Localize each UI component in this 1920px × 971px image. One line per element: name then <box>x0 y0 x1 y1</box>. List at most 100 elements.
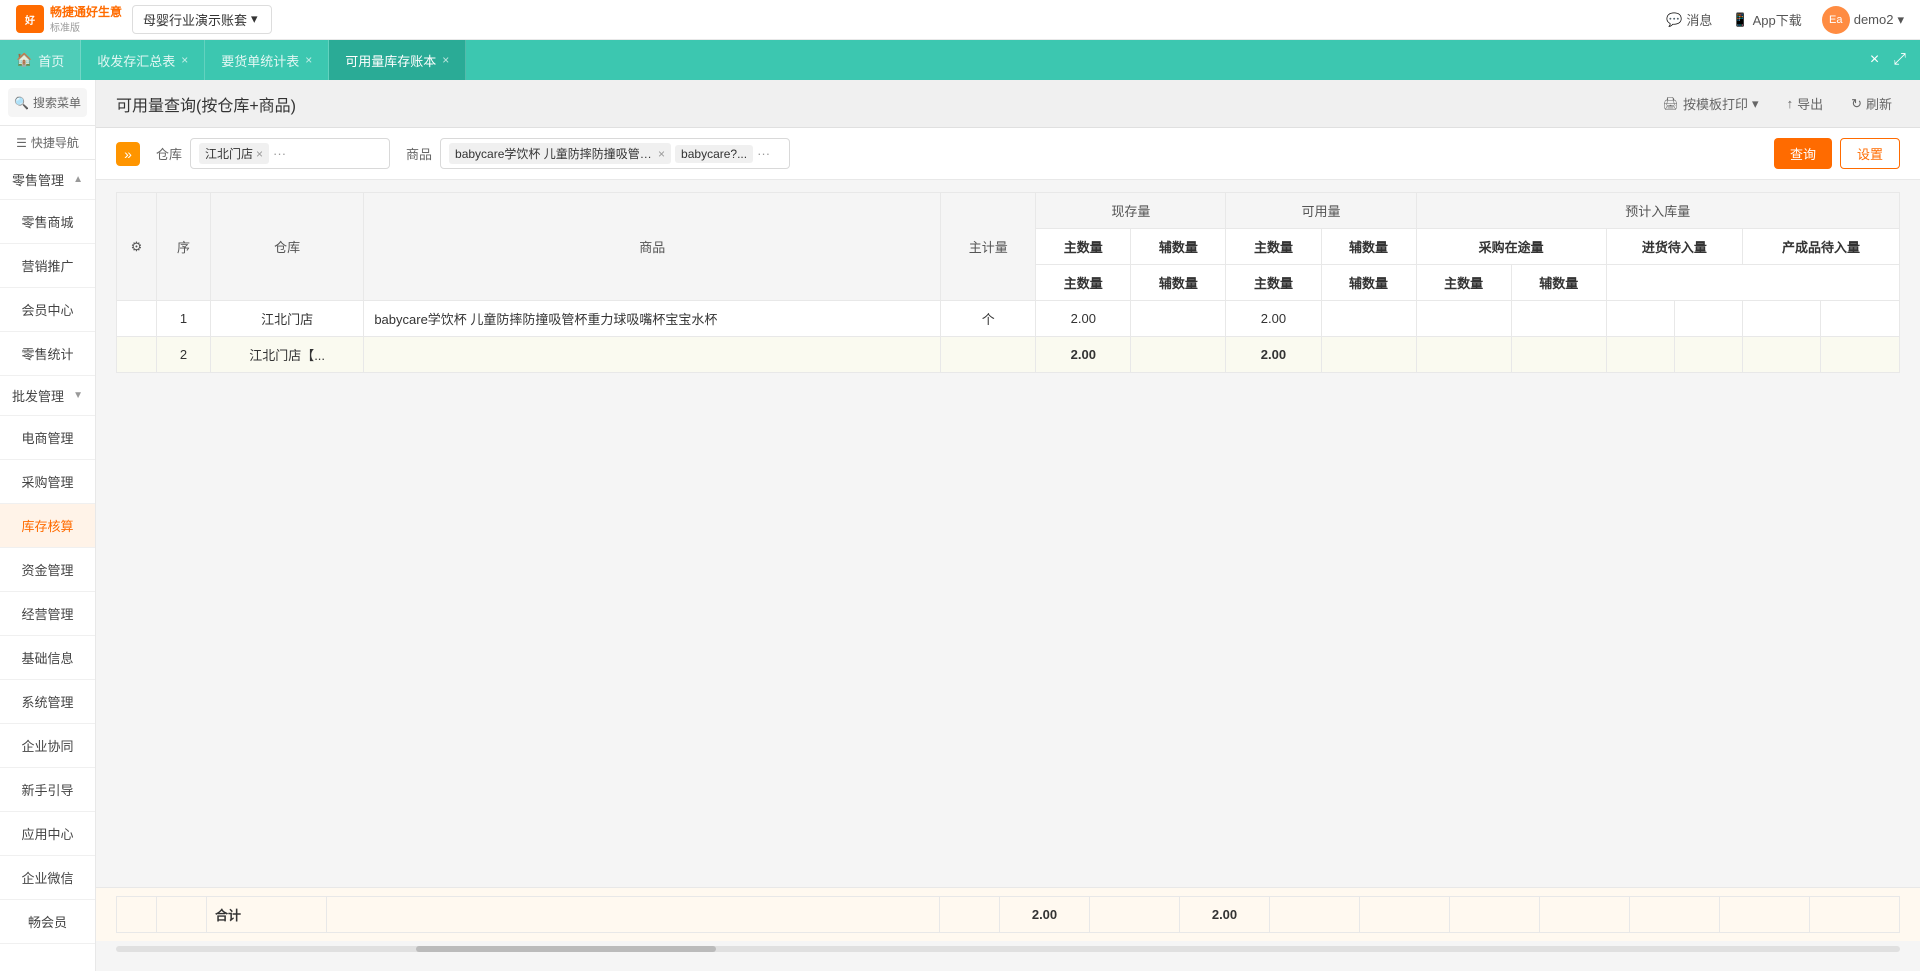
quick-nav-btn[interactable]: ☰ 快捷导航 <box>0 126 95 160</box>
available-header: 可用量 <box>1226 193 1416 229</box>
sidebar-item-retail-mall[interactable]: 零售商城 <box>0 200 95 244</box>
sidebar-item-operation-mgmt[interactable]: 经营管理 <box>0 592 95 636</box>
scrollbar-thumb[interactable] <box>416 946 716 952</box>
sidebar-item-member-center[interactable]: 会员中心 <box>0 288 95 332</box>
maximize-btn[interactable]: ⤢ <box>1887 47 1912 73</box>
nav-tabs: 🏠 首页 收发存汇总表 × 要货单统计表 × 可用量库存账本 × × ⤢ <box>0 40 1920 80</box>
remove-warehouse-tag-btn[interactable]: × <box>256 147 263 161</box>
product-label: 商品 <box>406 144 432 163</box>
sidebar-item-app-center[interactable]: 应用中心 <box>0 812 95 856</box>
industry-label: 母婴行业演示账套 <box>143 10 247 29</box>
sidebar-item-ecommerce-mgmt[interactable]: 电商管理 <box>0 416 95 460</box>
tab-home[interactable]: 🏠 首页 <box>0 40 81 80</box>
subtotal-row: 2 江北门店【... 2.00 2.00 <box>117 337 1900 373</box>
app-download-btn[interactable]: 📱 App下载 <box>1732 10 1801 29</box>
chevron-down-icon: ▾ <box>1752 96 1759 112</box>
tab-receipts[interactable]: 收发存汇总表 × <box>81 40 205 80</box>
sidebar-item-wholesale-mgmt[interactable]: 批发管理 ▼ <box>0 376 95 416</box>
nav-controls: × ⤢ <box>1856 40 1920 80</box>
remove-product-tag-1-btn[interactable]: × <box>658 147 665 161</box>
sidebar-item-enterprise-collab[interactable]: 企业协同 <box>0 724 95 768</box>
row-avail-main: 2.00 <box>1226 301 1321 337</box>
message-btn[interactable]: 💬 消息 <box>1666 10 1712 29</box>
sidebar-item-member-center-label: 会员中心 <box>21 300 73 319</box>
username: demo2 <box>1854 12 1894 27</box>
subtotal-purchase-in-main <box>1416 337 1511 373</box>
product-col-header: 商品 <box>364 193 941 301</box>
stock-header: 现存量 <box>1036 193 1226 229</box>
subtotal-warehouse: 江北门店【... <box>210 337 363 373</box>
export-btn[interactable]: ↑ 导出 <box>1779 90 1832 117</box>
subtotal-settings <box>117 337 157 373</box>
goods-in-main-header: 主数量 <box>1226 265 1321 301</box>
query-btn[interactable]: 查询 <box>1774 138 1832 169</box>
total-avail-main: 2.00 <box>1180 897 1270 933</box>
subtotal-product <box>364 337 941 373</box>
sidebar-item-marketing-label: 营销推广 <box>21 256 73 275</box>
industry-selector[interactable]: 母婴行业演示账套 ▾ <box>132 5 272 34</box>
avatar: Ea <box>1822 6 1850 34</box>
sidebar-item-purchase-mgmt[interactable]: 采购管理 <box>0 460 95 504</box>
settings-col-header[interactable]: ⚙ <box>117 193 157 301</box>
subtotal-avail-main: 2.00 <box>1226 337 1321 373</box>
sidebar-item-finance-mgmt[interactable]: 资金管理 <box>0 548 95 592</box>
sidebar-item-retail-mgmt-label: 零售管理 <box>12 170 64 189</box>
product-tag-1: babycare学饮杯 儿童防摔防撞吸管杯重力球吸嘴杯宝宝水杯 × <box>449 143 671 164</box>
close-all-btn[interactable]: × <box>1864 47 1885 73</box>
warehouse-input[interactable]: 江北门店 × ··· <box>190 138 390 169</box>
product-tag-1-text: babycare学饮杯 儿童防摔防撞吸管杯重力球吸嘴杯宝宝水杯 <box>455 145 655 162</box>
refresh-btn[interactable]: ↻ 刷新 <box>1843 90 1900 117</box>
close-icon[interactable]: × <box>181 53 188 67</box>
subtotal-product-in-main <box>1743 337 1821 373</box>
app-icon: 📱 <box>1732 12 1748 28</box>
sidebar-item-retail-stats[interactable]: 零售统计 <box>0 332 95 376</box>
warehouse-tag-text: 江北门店 <box>205 145 253 162</box>
goods-in-aux-header: 辅数量 <box>1321 265 1416 301</box>
sidebar-item-enterprise-wechat[interactable]: 企业微信 <box>0 856 95 900</box>
row-goods-in-aux <box>1674 301 1742 337</box>
page-title: 可用量查询(按仓库+商品) <box>116 92 296 116</box>
close-icon[interactable]: × <box>305 53 312 67</box>
template-print-btn[interactable]: 🖨 按模板打印 ▾ <box>1655 90 1767 117</box>
sidebar-item-purchase-mgmt-label: 采购管理 <box>21 472 73 491</box>
sidebar-item-retail-mgmt[interactable]: 零售管理 ▲ <box>0 160 95 200</box>
search-menu-btn[interactable]: 🔍 搜索菜单 <box>8 88 87 117</box>
sidebar-item-inventory-check-label: 库存核算 <box>21 516 73 535</box>
tab-order-stats-label: 要货单统计表 <box>221 51 299 70</box>
filter-actions: 查询 设置 <box>1774 138 1900 169</box>
sidebar: 🔍 搜索菜单 ☰ 快捷导航 零售管理 ▲ 零售商城 营销推广 会员中心 零售统计… <box>0 80 96 971</box>
expand-filter-btn[interactable]: » <box>116 142 140 166</box>
tab-available-stock[interactable]: 可用量库存账本 × <box>329 40 466 80</box>
logo-text-block: 畅捷通好生意 标准版 <box>50 5 122 34</box>
total-label: 合计 <box>207 897 327 933</box>
sidebar-item-new-guide-label: 新手引导 <box>21 780 73 799</box>
message-label: 消息 <box>1686 10 1712 29</box>
sidebar-item-member[interactable]: 畅会员 <box>0 900 95 944</box>
close-icon[interactable]: × <box>442 53 449 67</box>
product-in-main-header: 主数量 <box>1416 265 1511 301</box>
tab-available-stock-label: 可用量库存账本 <box>345 51 436 70</box>
quick-nav-label: 快捷导航 <box>31 134 79 151</box>
horizontal-scrollbar[interactable] <box>96 941 1920 957</box>
row-unit: 个 <box>941 301 1036 337</box>
sidebar-item-basic-info[interactable]: 基础信息 <box>0 636 95 680</box>
product-input[interactable]: babycare学饮杯 儿童防摔防撞吸管杯重力球吸嘴杯宝宝水杯 × babyca… <box>440 138 790 169</box>
chevron-down-icon: ▼ <box>73 390 83 401</box>
goods-in-header: 进货待入量 <box>1606 229 1742 265</box>
setting-btn[interactable]: 设置 <box>1840 138 1900 169</box>
print-icon: 🖨 <box>1663 96 1680 112</box>
user-menu-btn[interactable]: Ea demo2 ▾ <box>1822 6 1904 34</box>
tab-order-stats[interactable]: 要货单统计表 × <box>205 40 329 80</box>
top-bar-left: 好 畅捷通好生意 标准版 母婴行业演示账套 ▾ <box>16 5 272 34</box>
unit-col-header: 主计量 <box>941 193 1036 301</box>
data-table: ⚙ 序 仓库 商品 主计量 现存量 可用量 预计入库量 主数量 辅数量 主数量 … <box>116 192 1900 373</box>
chevron-down-icon: ▾ <box>1897 12 1904 28</box>
row-purchase-in-aux <box>1511 301 1606 337</box>
sidebar-item-inventory-check[interactable]: 库存核算 <box>0 504 95 548</box>
sidebar-item-marketing[interactable]: 营销推广 <box>0 244 95 288</box>
index-col-header: 序 <box>157 193 211 301</box>
sidebar-item-new-guide[interactable]: 新手引导 <box>0 768 95 812</box>
sidebar-item-enterprise-collab-label: 企业协同 <box>21 736 73 755</box>
sidebar-item-system-mgmt[interactable]: 系统管理 <box>0 680 95 724</box>
subtotal-stock-aux <box>1131 337 1226 373</box>
